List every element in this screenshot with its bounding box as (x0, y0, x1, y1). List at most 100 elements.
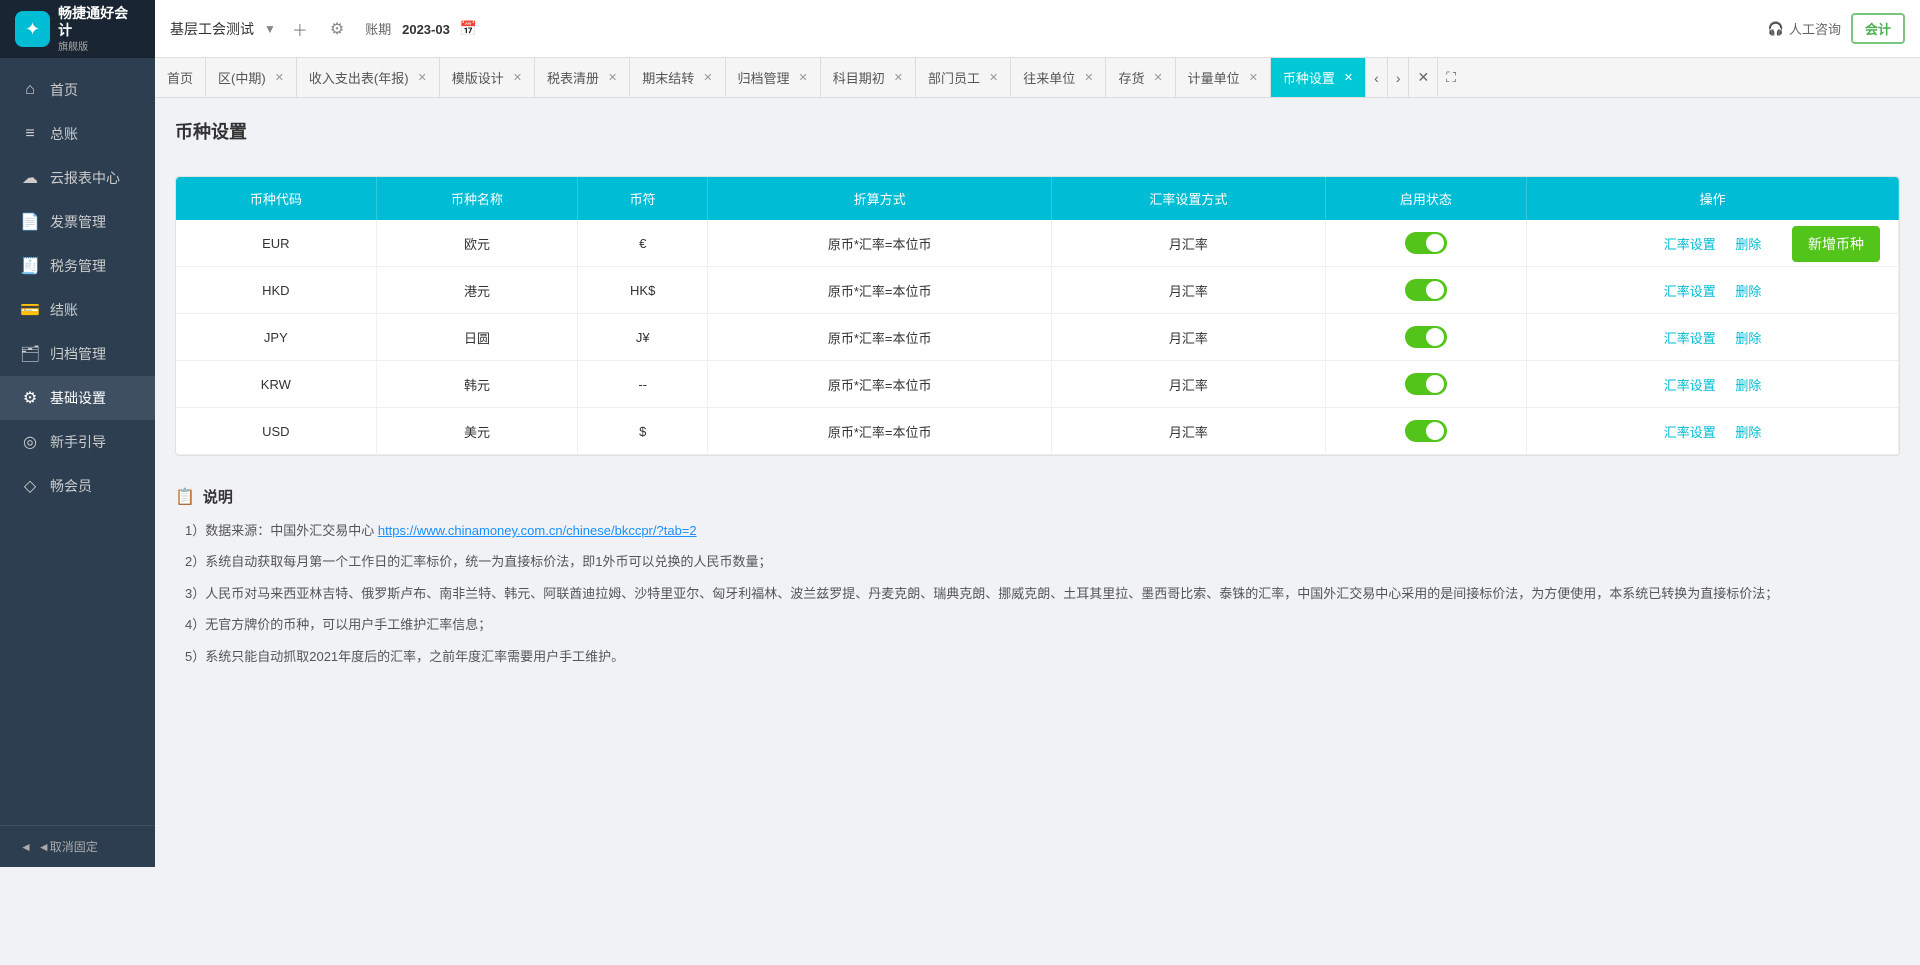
tab-unit-close[interactable]: ✕ (1249, 71, 1258, 84)
close-all-tabs-button[interactable]: ✕ (1409, 58, 1438, 98)
tab-inventory-label: 存货 (1118, 68, 1144, 87)
table-header-row: 币种代码 币种名称 币符 折算方式 汇率设置方式 启用状态 操作 (176, 177, 1899, 220)
tab-income-close[interactable]: ✕ (418, 71, 427, 84)
cell-actions-4: 汇率设置 删除 (1527, 408, 1899, 455)
cell-symbol-4: $ (578, 408, 708, 455)
tab-tax-close[interactable]: ✕ (608, 71, 617, 84)
tax-icon: 🧾 (20, 256, 40, 276)
logo-text: 畅捷通好会计 (58, 5, 140, 39)
sidebar-item-basic[interactable]: ⚙ 基础设置 (0, 376, 155, 420)
cell-rate-type-2: 月汇率 (1052, 314, 1325, 361)
rate-setting-link-0[interactable]: 汇率设置 (1664, 237, 1716, 252)
sidebar-item-guide[interactable]: ◎ 新手引导 (0, 420, 155, 464)
tab-partner[interactable]: 往来单位 ✕ (1011, 58, 1106, 98)
col-header-actions: 操作 (1527, 177, 1899, 220)
headset-icon: 🎧 (1768, 21, 1784, 37)
workspace-dropdown-icon[interactable]: ▼ (264, 22, 276, 36)
delete-link-0[interactable]: 删除 (1735, 237, 1761, 252)
tab-income[interactable]: 收入支出表(年报) ✕ (297, 58, 440, 98)
sidebar-item-invoice[interactable]: 📄 发票管理 (0, 200, 155, 244)
cell-rate-type-3: 月汇率 (1052, 361, 1325, 408)
delete-link-3[interactable]: 删除 (1735, 378, 1761, 393)
add-currency-button[interactable]: 新增币种 (1792, 226, 1880, 262)
tab-closing-close[interactable]: ✕ (703, 71, 712, 84)
member-icon: ◇ (20, 476, 40, 496)
cell-actions-1: 汇率设置 删除 (1527, 267, 1899, 314)
tab-period-close[interactable]: ✕ (275, 71, 284, 84)
tab-tax[interactable]: 税表清册 ✕ (535, 58, 630, 98)
rate-setting-link-4[interactable]: 汇率设置 (1664, 425, 1716, 440)
delete-link-4[interactable]: 删除 (1735, 425, 1761, 440)
nav-label-archive: 归档管理 (50, 344, 106, 364)
rate-setting-link-1[interactable]: 汇率设置 (1664, 284, 1716, 299)
tab-expand-button[interactable]: ⛶ (1438, 58, 1464, 98)
add-tab-button[interactable]: ＋ (286, 15, 314, 43)
tab-next-button[interactable]: › (1388, 58, 1410, 98)
toggle-switch-2[interactable] (1405, 326, 1447, 348)
app-logo: ✦ 畅捷通好会计 旗舰版 (0, 0, 155, 58)
delete-link-1[interactable]: 删除 (1735, 284, 1761, 299)
cell-name-2: 日圆 (376, 314, 578, 361)
tab-partner-label: 往来单位 (1023, 68, 1075, 87)
help-button[interactable]: 🎧 人工咨询 (1768, 19, 1841, 38)
toggle-switch-4[interactable] (1405, 420, 1447, 442)
tab-template-close[interactable]: ✕ (513, 71, 522, 84)
calendar-icon[interactable]: 📅 (460, 20, 477, 37)
tab-prev-button[interactable]: ‹ (1366, 58, 1388, 98)
delete-link-2[interactable]: 删除 (1735, 331, 1761, 346)
tab-inventory[interactable]: 存货 ✕ (1106, 58, 1175, 98)
tab-tax-label: 税表清册 (547, 68, 599, 87)
tab-currency-close[interactable]: ✕ (1344, 71, 1353, 84)
tab-subject[interactable]: 科目期初 ✕ (821, 58, 916, 98)
tab-archive[interactable]: 归档管理 ✕ (726, 58, 821, 98)
tab-subject-close[interactable]: ✕ (894, 71, 903, 84)
toggle-switch-0[interactable] (1405, 232, 1447, 254)
nav-label-member: 畅会员 (50, 476, 92, 496)
tab-currency[interactable]: 币种设置 ✕ (1271, 58, 1366, 98)
tab-archive-close[interactable]: ✕ (799, 71, 808, 84)
tab-template-label: 模版设计 (452, 68, 504, 87)
account-button[interactable]: 会计 (1851, 13, 1905, 44)
settings-icon: ⚙ (20, 388, 40, 408)
cell-code-1: HKD (176, 267, 376, 314)
sidebar-item-archive[interactable]: 🗂 归档管理 (0, 332, 155, 376)
nav-label-tax: 税务管理 (50, 256, 106, 276)
sidebar-item-tax[interactable]: 🧾 税务管理 (0, 244, 155, 288)
tab-home[interactable]: 首页 (155, 58, 206, 98)
tab-inventory-close[interactable]: ✕ (1153, 71, 1162, 84)
tab-template[interactable]: 模版设计 ✕ (440, 58, 535, 98)
nav-label-settle: 结账 (50, 300, 78, 320)
notice-list: 1）数据来源：中国外汇交易中心 https://www.chinamoney.c… (175, 519, 1900, 668)
toggle-switch-1[interactable] (1405, 279, 1447, 301)
sidebar-item-home[interactable]: ⌂ 首页 (0, 68, 155, 112)
nav-label-reports: 云报表中心 (50, 168, 120, 188)
notice-link[interactable]: https://www.chinamoney.com.cn/chinese/bk… (378, 523, 697, 538)
settings-button[interactable]: ⚙ (324, 17, 350, 41)
sidebar-pin-toggle[interactable]: ◄ ◄取消固定 (0, 825, 155, 867)
cell-name-3: 韩元 (376, 361, 578, 408)
rate-setting-link-2[interactable]: 汇率设置 (1664, 331, 1716, 346)
sidebar-item-ledger[interactable]: ≡ 总账 (0, 112, 155, 156)
pin-icon: ◄ (20, 840, 32, 854)
logo-sub: 旗舰版 (58, 38, 140, 53)
tab-closing[interactable]: 期末结转 ✕ (630, 58, 725, 98)
tab-dept-close[interactable]: ✕ (989, 71, 998, 84)
tab-period[interactable]: 区(中期) ✕ (206, 58, 297, 98)
tab-dept[interactable]: 部门员工 ✕ (916, 58, 1011, 98)
toggle-switch-3[interactable] (1405, 373, 1447, 395)
tab-unit-label: 计量单位 (1188, 68, 1240, 87)
rate-setting-link-3[interactable]: 汇率设置 (1664, 378, 1716, 393)
sidebar-item-member[interactable]: ◇ 畅会员 (0, 464, 155, 508)
tab-partner-close[interactable]: ✕ (1084, 71, 1093, 84)
sidebar: ✦ 畅捷通好会计 旗舰版 ⌂ 首页 ≡ 总账 ☁ 云报表中心 📄 发票管理 🧾 … (0, 0, 155, 867)
cell-status-3 (1325, 361, 1527, 408)
cell-method-1: 原币*汇率=本位币 (708, 267, 1052, 314)
guide-icon: ◎ (20, 432, 40, 452)
sidebar-item-settle[interactable]: 💳 结账 (0, 288, 155, 332)
tab-unit[interactable]: 计量单位 ✕ (1176, 58, 1271, 98)
notice-item: 2）系统自动获取每月第一个工作日的汇率标价，统一为直接标价法，即1外币可以兑换的… (185, 550, 1900, 573)
sidebar-item-reports[interactable]: ☁ 云报表中心 (0, 156, 155, 200)
tab-income-label: 收入支出表(年报) (309, 68, 409, 87)
cell-symbol-3: -- (578, 361, 708, 408)
nav-label-basic: 基础设置 (50, 388, 106, 408)
